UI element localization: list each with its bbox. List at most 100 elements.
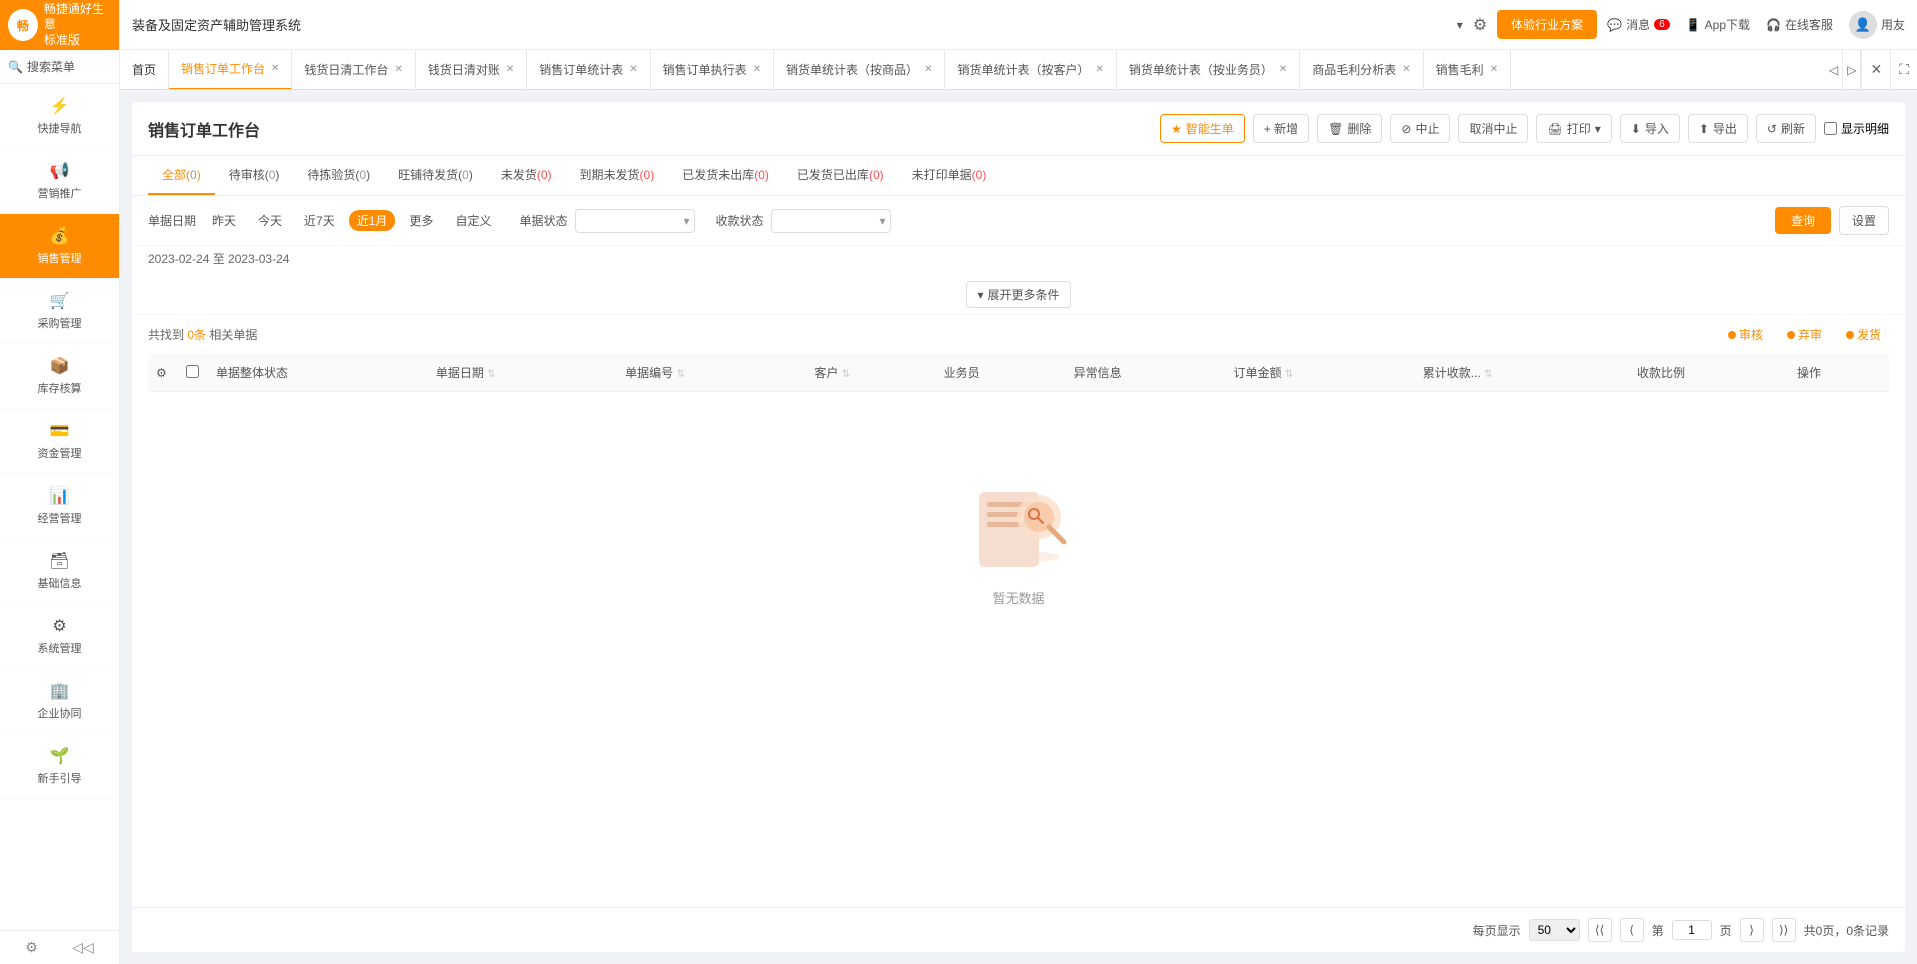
collapse-sidebar-icon[interactable]: ◁◁ [72, 939, 94, 956]
tab-sales-exec-close[interactable]: ✕ [753, 64, 761, 75]
sidebar-item-purchase[interactable]: 🛒 采购管理 [0, 279, 119, 344]
tab-sales-order-close[interactable]: ✕ [271, 63, 279, 74]
number-sort-icon[interactable]: ⇅ [677, 369, 685, 380]
select-all-checkbox[interactable] [186, 365, 199, 378]
sidebar-item-inventory[interactable]: 📦 库存核算 [0, 344, 119, 409]
page-size-select[interactable]: 50 10 20 100 [1529, 919, 1580, 941]
topbar-online-service[interactable]: 🎧 在线客服 [1766, 16, 1833, 33]
topbar-dropdown[interactable]: ▾ [1457, 18, 1463, 32]
date-opt-custom[interactable]: 自定义 [447, 210, 499, 231]
tab-sales-sum-product-close[interactable]: ✕ [924, 64, 932, 75]
batch-ship-btn[interactable]: 发货 [1838, 323, 1889, 346]
sub-tab-expired-not-shipped[interactable]: 到期未发货(0) [566, 156, 669, 195]
cancel-pause-btn[interactable]: 取消中止 [1458, 114, 1528, 143]
tab-close-current[interactable]: ✕ [1861, 50, 1890, 90]
sidebar-item-base-info[interactable]: 🗃 基础信息 [0, 539, 119, 604]
pause-btn[interactable]: ⊘ 中止 [1390, 114, 1450, 143]
export-btn[interactable]: ⬆ 导出 [1688, 114, 1748, 143]
trial-btn[interactable]: 体验行业方案 [1497, 10, 1597, 39]
sidebar-search[interactable]: 🔍 搜索菜单 [0, 50, 119, 84]
batch-approve-btn[interactable]: 审核 [1720, 323, 1771, 346]
print-dropdown-icon[interactable]: ▾ [1595, 122, 1601, 136]
sidebar-item-quick-nav[interactable]: ⚡ 快捷导航 [0, 84, 119, 149]
refresh-btn[interactable]: ↺ 刷新 [1756, 114, 1816, 143]
payment-select[interactable] [771, 209, 891, 233]
show-detail-checkbox[interactable]: 显示明细 [1824, 120, 1889, 137]
page-prev-btn[interactable]: ⟨ [1620, 918, 1644, 942]
topbar-user[interactable]: 👤 用友 [1849, 11, 1905, 39]
sidebar-item-system[interactable]: ⚙ 系统管理 [0, 604, 119, 669]
tab-sales-profit-close[interactable]: ✕ [1490, 64, 1498, 75]
tab-maximize[interactable]: ⛶ [1890, 50, 1917, 90]
tab-gross-margin[interactable]: 商品毛利分析表 ✕ [1300, 50, 1423, 90]
sub-tab-not-printed[interactable]: 未打印单据(0) [898, 156, 1001, 195]
page-next-btn[interactable]: ⟩ [1740, 918, 1764, 942]
sidebar-item-sales[interactable]: 💰 销售管理 [0, 214, 119, 279]
tab-cash-reconcile-close[interactable]: ✕ [506, 64, 514, 75]
date-opt-yesterday[interactable]: 昨天 [204, 210, 244, 231]
date-opt-1month[interactable]: 近1月 [349, 210, 396, 231]
print-btn[interactable]: 🖨 打印 ▾ [1536, 114, 1611, 143]
customer-sort-icon[interactable]: ⇅ [842, 369, 850, 380]
smart-create-btn[interactable]: ★ 智能生单 [1160, 114, 1245, 143]
sidebar-item-operations[interactable]: 📊 经营管理 [0, 474, 119, 539]
tab-prev[interactable]: ◁ [1825, 50, 1843, 90]
tab-next[interactable]: ▷ [1843, 50, 1861, 90]
sidebar-item-guide[interactable]: 🌱 新手引导 [0, 734, 119, 799]
topbar-message[interactable]: 💬 消息 6 [1607, 16, 1670, 33]
query-btn[interactable]: 查询 [1775, 207, 1831, 234]
sub-tab-shipped-not-out[interactable]: 已发货未出库(0) [668, 156, 783, 195]
tab-cash-daily[interactable]: 钱货日清工作台 ✕ [292, 50, 415, 90]
sub-tab-wangpu[interactable]: 旺铺待发货(0) [384, 156, 487, 195]
col-actions: 操作 [1789, 354, 1889, 392]
expand-conditions-btn[interactable]: ▾ 展开更多条件 [966, 281, 1070, 308]
settings-bottom-icon[interactable]: ⚙ [25, 939, 38, 956]
tab-sales-sum-staff-close[interactable]: ✕ [1279, 64, 1287, 75]
tab-sales-sum-customer-close[interactable]: ✕ [1095, 64, 1103, 75]
sidebar-item-enterprise[interactable]: 🏢 企业协同 [0, 669, 119, 734]
page-first-btn[interactable]: ⟨⟨ [1588, 918, 1612, 942]
date-sort-icon[interactable]: ⇅ [487, 369, 495, 380]
collected-sort-icon[interactable]: ⇅ [1484, 369, 1492, 380]
setting-btn[interactable]: 设置 [1839, 206, 1889, 235]
tab-sales-stat[interactable]: 销售订单统计表 ✕ [527, 50, 650, 90]
tab-gross-margin-close[interactable]: ✕ [1402, 64, 1410, 75]
tab-cash-daily-close[interactable]: ✕ [394, 64, 402, 75]
tab-sales-sum-product[interactable]: 销货单统计表（按商品） ✕ [774, 50, 945, 90]
tab-sales-order[interactable]: 销售订单工作台 ✕ [169, 50, 292, 90]
search-icon: 🔍 [8, 60, 23, 74]
topbar-title: 装备及固定资产辅助管理系统 [132, 15, 1447, 34]
sub-tab-pending-audit[interactable]: 待审核(0) [215, 156, 294, 195]
page-last-btn[interactable]: ⟩⟩ [1772, 918, 1796, 942]
sidebar-item-marketing[interactable]: 📢 营销推广 [0, 149, 119, 214]
tab-sales-stat-close[interactable]: ✕ [629, 64, 637, 75]
chevron-down-icon: ▾ [977, 288, 983, 302]
tab-home[interactable]: 首页 [120, 50, 169, 90]
sub-tab-not-shipped[interactable]: 未发货(0) [487, 156, 566, 195]
date-opt-more[interactable]: 更多 [401, 210, 441, 231]
add-btn[interactable]: + 新增 [1253, 114, 1309, 143]
sub-tabs: 全部(0) 待审核(0) 待拣验货(0) 旺铺待发货(0) 未发货(0) 到期未… [132, 156, 1905, 196]
tab-sales-exec[interactable]: 销售订单执行表 ✕ [651, 50, 774, 90]
page-input[interactable] [1672, 920, 1712, 940]
sidebar-item-finance[interactable]: 💳 资金管理 [0, 409, 119, 474]
date-opt-7days[interactable]: 近7天 [296, 210, 343, 231]
date-opt-today[interactable]: 今天 [250, 210, 290, 231]
sub-tab-pending-inspect[interactable]: 待拣验货(0) [293, 156, 384, 195]
tab-cash-reconcile[interactable]: 钱货日清对账 ✕ [416, 50, 527, 90]
gear-col-icon[interactable]: ⚙ [156, 366, 167, 380]
topbar-app-download[interactable]: 📱 App下载 [1686, 16, 1750, 33]
sub-tab-all[interactable]: 全部(0) [148, 156, 215, 195]
tab-sales-profit[interactable]: 销售毛利 ✕ [1424, 50, 1511, 90]
delete-btn[interactable]: 🗑 删除 [1317, 114, 1382, 143]
import-btn[interactable]: ⬇ 导入 [1620, 114, 1680, 143]
sub-tab-shipped-out[interactable]: 已发货已出库(0) [783, 156, 898, 195]
status-select[interactable] [575, 209, 695, 233]
topbar-gear-icon[interactable]: ⚙ [1473, 15, 1487, 35]
work-area: 销售订单工作台 ★ 智能生单 + 新增 🗑 删除 ⊘ 中止 取消 [132, 102, 1905, 952]
batch-reject-btn[interactable]: 弃审 [1779, 323, 1830, 346]
tab-sales-sum-staff[interactable]: 销货单统计表（按业务员） ✕ [1117, 50, 1300, 90]
tab-sales-sum-customer[interactable]: 销货单统计表（按客户） ✕ [945, 50, 1116, 90]
amount-sort-icon[interactable]: ⇅ [1285, 369, 1293, 380]
show-detail-input[interactable] [1824, 122, 1837, 135]
